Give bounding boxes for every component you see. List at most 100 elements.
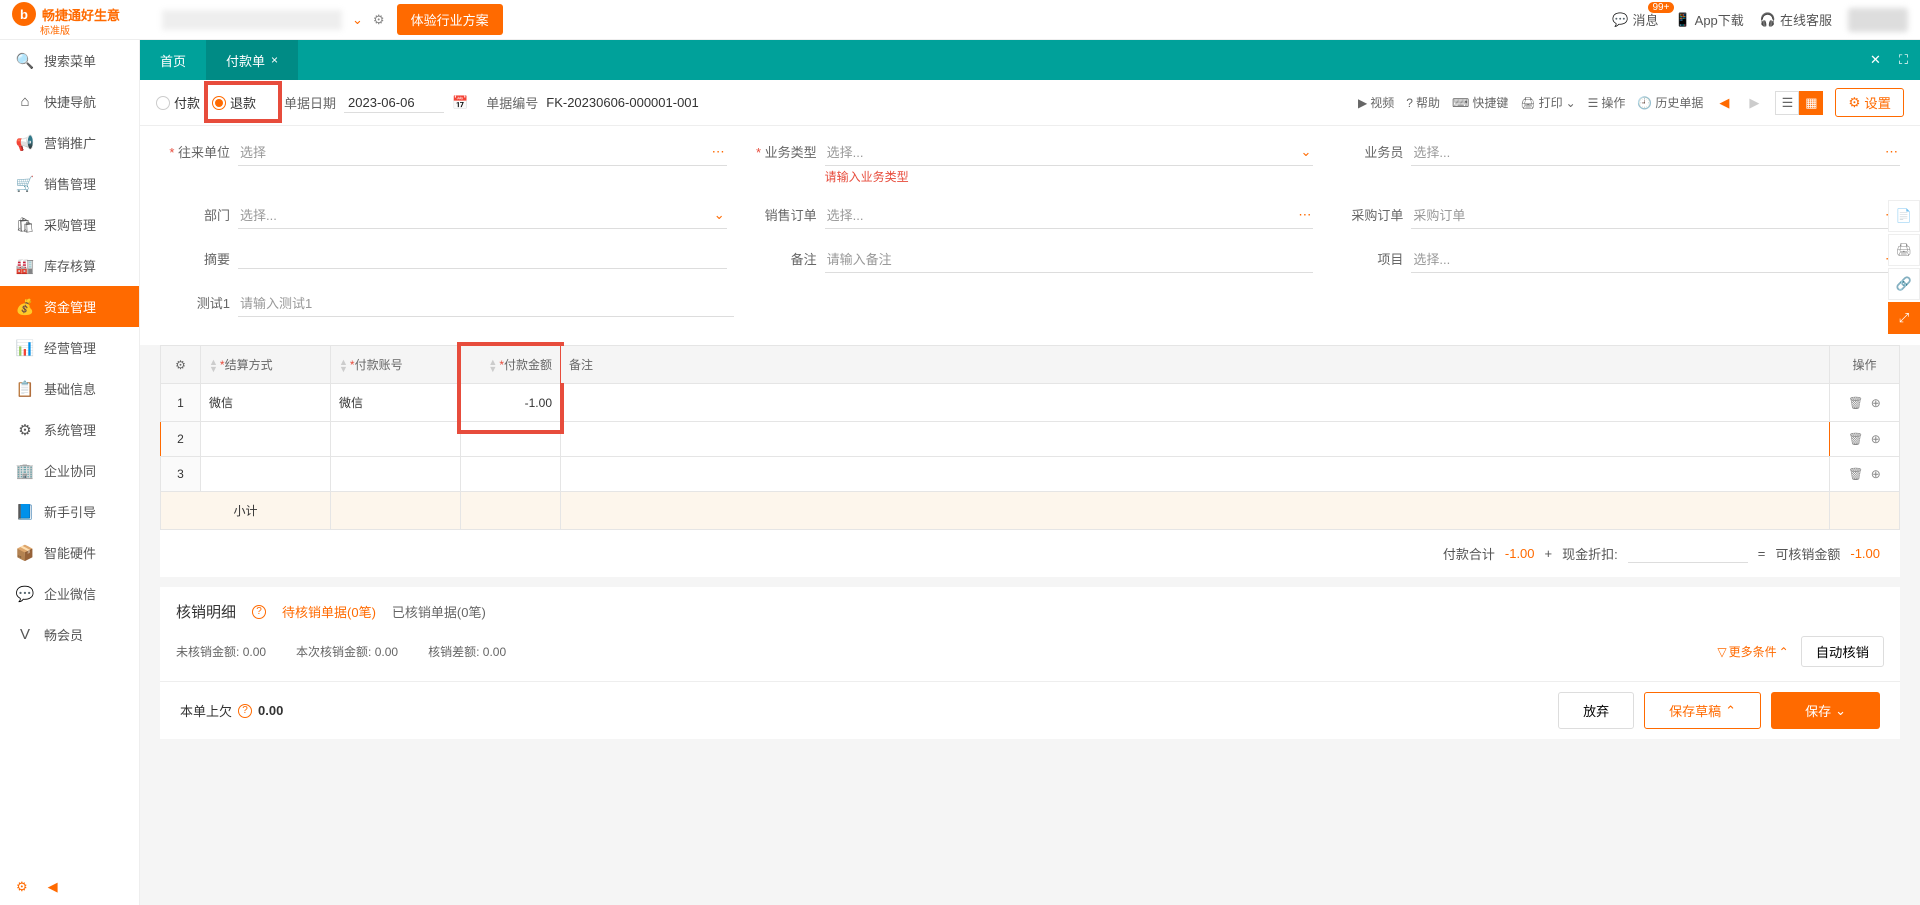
sidebar-item-6[interactable]: 💰资金管理 — [0, 286, 139, 327]
cell-amount[interactable]: -1.00 — [461, 384, 561, 422]
col-settle[interactable]: ▲▼*结算方式 — [201, 346, 331, 384]
sidebar-item-14[interactable]: V畅会员 — [0, 614, 139, 655]
rail-expand-icon[interactable]: ⤢ — [1888, 302, 1920, 334]
next-icon[interactable]: ▶ — [1745, 95, 1763, 111]
cell-account[interactable]: 微信 — [331, 384, 461, 422]
sidebar-item-12[interactable]: 📦智能硬件 — [0, 532, 139, 573]
sidebar-item-9[interactable]: ⚙系统管理 — [0, 409, 139, 450]
print-link[interactable]: 🖨 打印 ⌄ — [1520, 94, 1575, 111]
prev-icon[interactable]: ◀ — [1715, 95, 1733, 111]
cell-remark[interactable] — [561, 384, 1830, 422]
radio-payment[interactable]: 付款 — [156, 93, 200, 112]
test1-input[interactable]: 请输入测试1 — [238, 289, 734, 317]
online-service-link[interactable]: 🎧 在线客服 — [1760, 10, 1832, 29]
cell-settle[interactable]: 微信 — [201, 384, 331, 422]
save-draft-button[interactable]: 保存草稿 ⌃ — [1644, 692, 1761, 729]
owe-info-icon[interactable]: ? — [238, 704, 252, 718]
detail-tab-pending[interactable]: 待核销单据(0笔) — [282, 602, 376, 621]
remark-label: 备注 — [747, 245, 817, 268]
tab-fullscreen-icon[interactable]: ⛶ — [1895, 48, 1912, 72]
table-row[interactable]: 1 微信 微信 -1.00 🗑 ⊕ — [161, 384, 1900, 422]
history-link[interactable]: 🕘 历史单据 — [1637, 94, 1703, 111]
operate-link[interactable]: ☰ 操作 — [1588, 94, 1626, 111]
video-link[interactable]: ▶ 视频 — [1358, 94, 1394, 111]
user-avatar-blurred[interactable] — [1848, 8, 1908, 32]
messages-link[interactable]: 💬 消息 99+ — [1612, 10, 1658, 29]
save-button[interactable]: 保存 ⌄ — [1771, 692, 1880, 729]
cell-settle[interactable] — [201, 422, 331, 457]
calendar-icon[interactable]: 📅 — [452, 95, 468, 111]
cell-amount[interactable] — [461, 457, 561, 492]
settings-button[interactable]: ⚙ 设置 — [1835, 88, 1904, 117]
col-amount[interactable]: ▲▼*付款金额 — [461, 346, 561, 384]
add-row-icon[interactable]: ⊕ — [1871, 396, 1881, 410]
partner-select[interactable]: 选择⋯ — [238, 138, 727, 166]
cell-amount[interactable] — [461, 422, 561, 457]
col-gear[interactable]: ⚙ — [161, 346, 201, 384]
subtotal-label: 小计 — [161, 492, 331, 530]
table-row[interactable]: 2 🗑 ⊕ — [161, 422, 1900, 457]
remark-input[interactable]: 请输入备注 — [825, 245, 1314, 273]
clerk-select[interactable]: 选择...⋯ — [1411, 138, 1900, 166]
cell-account[interactable] — [331, 457, 461, 492]
detail-tab-done[interactable]: 已核销单据(0笔) — [392, 602, 486, 621]
tab-close-all-icon[interactable]: ✕ — [1866, 48, 1885, 72]
summary-input[interactable] — [238, 245, 727, 269]
sidebar-item-10[interactable]: 🏢企业协同 — [0, 450, 139, 491]
sidebar-item-7[interactable]: 📊经营管理 — [0, 327, 139, 368]
sidebar-item-1[interactable]: ⌂快捷导航 — [0, 81, 139, 122]
discount-input[interactable] — [1628, 545, 1748, 563]
sidebar: 🔍搜索菜单⌂快捷导航📢营销推广🛒销售管理🛍采购管理🏭库存核算💰资金管理📊经营管理… — [0, 40, 140, 905]
more-conditions-link[interactable]: ▽ 更多条件 ⌃ — [1717, 643, 1788, 660]
sidebar-label: 快捷导航 — [44, 92, 96, 111]
sales-order-select[interactable]: 选择...⋯ — [825, 201, 1314, 229]
view-list-icon[interactable]: ☰ — [1775, 91, 1799, 115]
help-link[interactable]: ? 帮助 — [1406, 94, 1440, 111]
date-input[interactable]: 2023-06-06 — [344, 93, 444, 113]
tab-home[interactable]: 首页 — [140, 40, 206, 80]
sidebar-item-4[interactable]: 🛍采购管理 — [0, 204, 139, 245]
add-row-icon[interactable]: ⊕ — [1871, 467, 1881, 481]
trial-button[interactable]: 体验行业方案 — [397, 4, 503, 35]
app-download-link[interactable]: 📱 App下载 — [1674, 10, 1743, 29]
cell-settle[interactable] — [201, 457, 331, 492]
cell-account[interactable] — [331, 422, 461, 457]
tab-close-icon[interactable]: × — [271, 53, 278, 67]
info-icon[interactable]: ? — [252, 605, 266, 619]
sidebar-item-0[interactable]: 🔍搜索菜单 — [0, 40, 139, 81]
sidebar-item-11[interactable]: 📘新手引导 — [0, 491, 139, 532]
rail-note-icon[interactable]: 📄 — [1888, 200, 1920, 232]
org-name-blurred — [162, 10, 342, 30]
add-row-icon[interactable]: ⊕ — [1871, 432, 1881, 446]
radio-refund[interactable]: 退款 — [212, 93, 256, 112]
footer-collapse-icon[interactable]: ◀ — [48, 879, 58, 895]
auto-writeoff-button[interactable]: 自动核销 — [1801, 636, 1884, 667]
delete-row-icon[interactable]: 🗑 — [1848, 396, 1863, 410]
cell-remark[interactable] — [561, 422, 1830, 457]
dept-select[interactable]: 选择...⌄ — [238, 201, 727, 229]
view-card-icon[interactable]: ▦ — [1799, 91, 1823, 115]
rail-attach-icon[interactable]: 🔗 — [1888, 268, 1920, 300]
biztype-select[interactable]: 选择...⌄ — [825, 138, 1314, 166]
delete-row-icon[interactable]: 🗑 — [1848, 467, 1863, 481]
table-row[interactable]: 3 🗑 ⊕ — [161, 457, 1900, 492]
col-remark[interactable]: 备注 — [561, 346, 1830, 384]
col-account[interactable]: ▲▼*付款账号 — [331, 346, 461, 384]
sidebar-item-13[interactable]: 💬企业微信 — [0, 573, 139, 614]
project-select[interactable]: 选择...⋯ — [1411, 245, 1900, 273]
cell-remark[interactable] — [561, 457, 1830, 492]
sidebar-item-5[interactable]: 🏭库存核算 — [0, 245, 139, 286]
sidebar-item-2[interactable]: 📢营销推广 — [0, 122, 139, 163]
org-dropdown-icon[interactable]: ⌄ — [352, 12, 363, 28]
purchase-order-select[interactable]: 采购订单⋯ — [1411, 201, 1900, 229]
settings-gear-icon[interactable]: ⚙ — [373, 12, 385, 28]
delete-row-icon[interactable]: 🗑 — [1848, 432, 1863, 446]
footer-gear-icon[interactable]: ⚙ — [16, 879, 28, 895]
sidebar-item-3[interactable]: 🛒销售管理 — [0, 163, 139, 204]
sidebar-item-8[interactable]: 📋基础信息 — [0, 368, 139, 409]
discard-button[interactable]: 放弃 — [1558, 692, 1634, 729]
shortcut-link[interactable]: ⌨ 快捷键 — [1452, 94, 1508, 111]
tab-payment[interactable]: 付款单 × — [206, 40, 298, 80]
rail-print-icon[interactable]: 🖨 — [1888, 234, 1920, 266]
sidebar-label: 经营管理 — [44, 338, 96, 357]
